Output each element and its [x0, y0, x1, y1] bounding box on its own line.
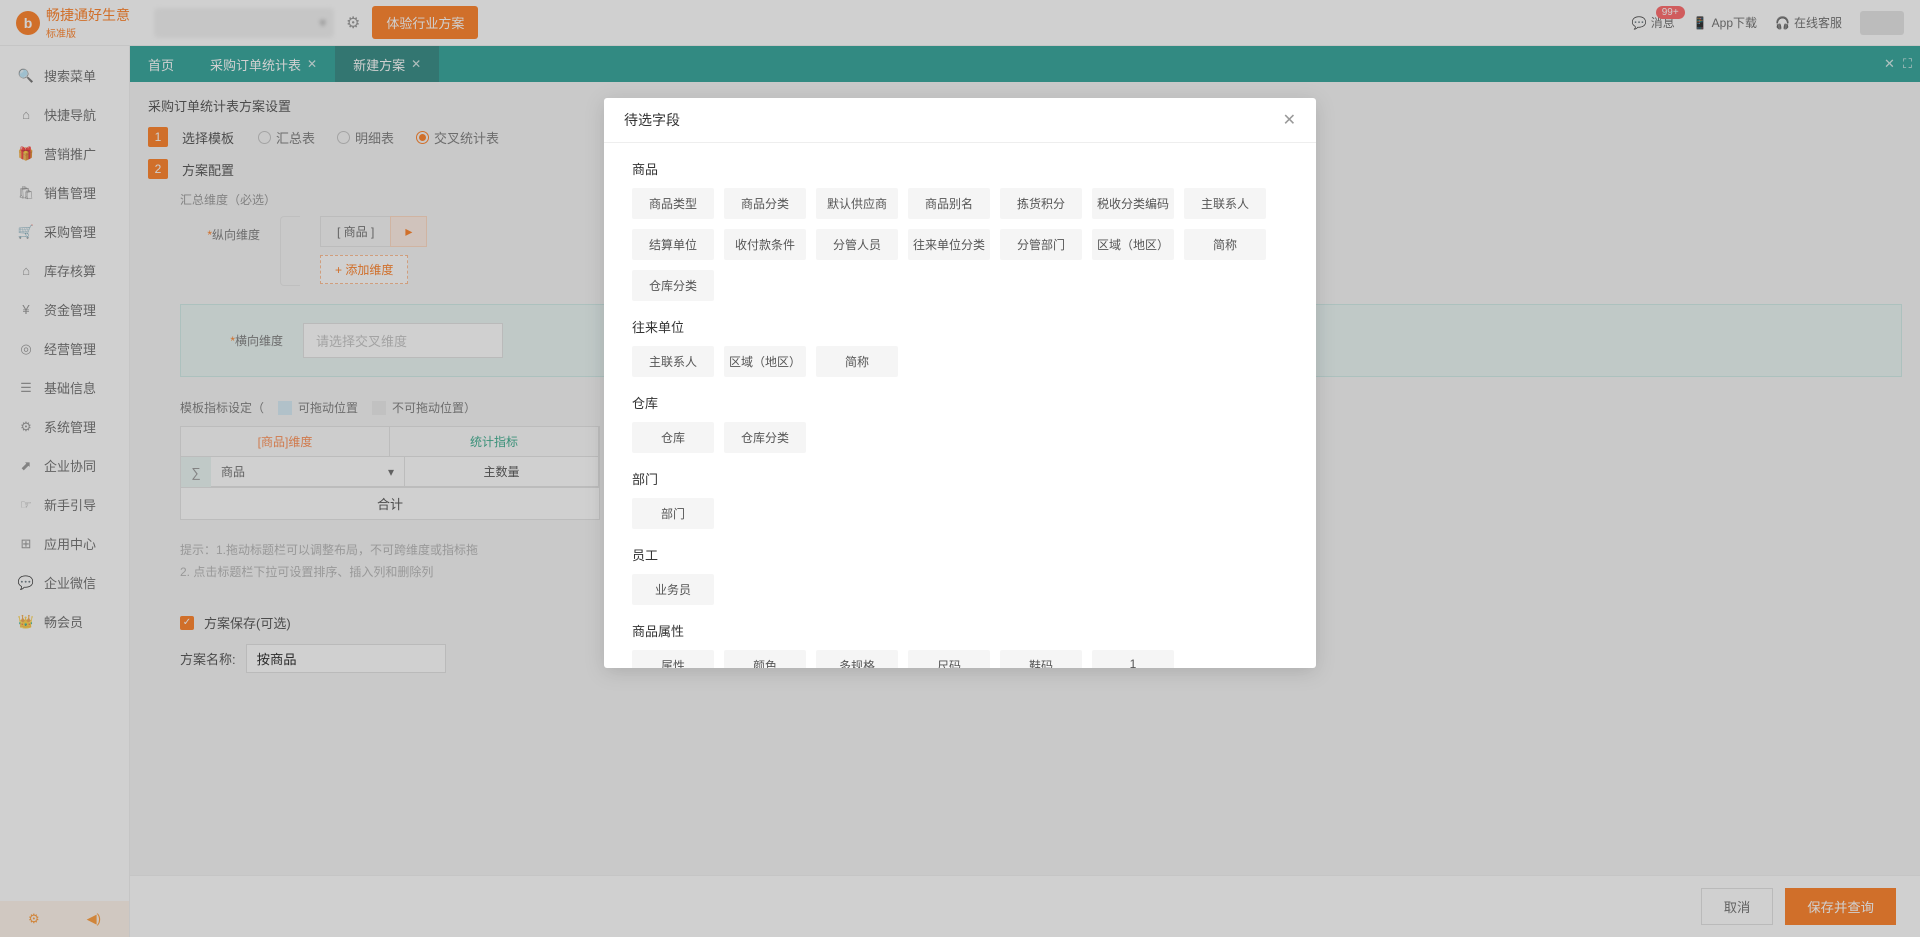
field-group: 仓库仓库仓库分类	[632, 393, 1288, 453]
field-tag[interactable]: 往来单位分类	[908, 229, 990, 260]
field-tag[interactable]: 颜色	[724, 650, 806, 668]
field-tag[interactable]: 税收分类编码	[1092, 188, 1174, 219]
field-tag[interactable]: 1	[1092, 650, 1174, 668]
field-group: 员工业务员	[632, 545, 1288, 605]
field-tag[interactable]: 尺码	[908, 650, 990, 668]
field-group-title: 员工	[632, 545, 1288, 564]
field-tag[interactable]: 仓库分类	[724, 422, 806, 453]
field-tag[interactable]: 商品别名	[908, 188, 990, 219]
field-selector-modal: 待选字段 ✕ 商品商品类型商品分类默认供应商商品别名拣货积分税收分类编码主联系人…	[604, 98, 1316, 668]
field-group-title: 往来单位	[632, 317, 1288, 336]
field-tag[interactable]: 拣货积分	[1000, 188, 1082, 219]
field-tag[interactable]: 收付款条件	[724, 229, 806, 260]
field-group: 商品商品类型商品分类默认供应商商品别名拣货积分税收分类编码主联系人结算单位收付款…	[632, 159, 1288, 301]
field-group-title: 仓库	[632, 393, 1288, 412]
field-tag[interactable]: 商品分类	[724, 188, 806, 219]
field-group-title: 部门	[632, 469, 1288, 488]
field-tag[interactable]: 简称	[1184, 229, 1266, 260]
field-tag[interactable]: 仓库	[632, 422, 714, 453]
close-icon[interactable]: ✕	[1283, 110, 1296, 130]
field-tag[interactable]: 区域（地区）	[1092, 229, 1174, 260]
field-group: 部门部门	[632, 469, 1288, 529]
field-group: 往来单位主联系人区域（地区） 简称	[632, 317, 1288, 377]
field-tag[interactable]: 商品类型	[632, 188, 714, 219]
field-group-title: 商品属性	[632, 621, 1288, 640]
field-tag[interactable]: 默认供应商	[816, 188, 898, 219]
field-tag[interactable]: 区域（地区）	[724, 346, 806, 377]
field-tag[interactable]: 结算单位	[632, 229, 714, 260]
modal-overlay[interactable]: 待选字段 ✕ 商品商品类型商品分类默认供应商商品别名拣货积分税收分类编码主联系人…	[0, 0, 1920, 937]
field-tag[interactable]: 业务员	[632, 574, 714, 605]
field-group-title: 商品	[632, 159, 1288, 178]
field-tag[interactable]: 属性	[632, 650, 714, 668]
field-tag[interactable]: 鞋码	[1000, 650, 1082, 668]
field-tag[interactable]: 部门	[632, 498, 714, 529]
field-tag[interactable]: 分管部门	[1000, 229, 1082, 260]
field-tag[interactable]: 分管人员	[816, 229, 898, 260]
field-tag[interactable]: 仓库分类	[632, 270, 714, 301]
field-tag[interactable]: 主联系人	[1184, 188, 1266, 219]
field-tag[interactable]: 主联系人	[632, 346, 714, 377]
field-tag[interactable]: 多规格	[816, 650, 898, 668]
field-tag[interactable]: 简称	[816, 346, 898, 377]
field-group: 商品属性属性颜色多规格尺码鞋码 1	[632, 621, 1288, 668]
modal-title: 待选字段	[624, 110, 680, 130]
